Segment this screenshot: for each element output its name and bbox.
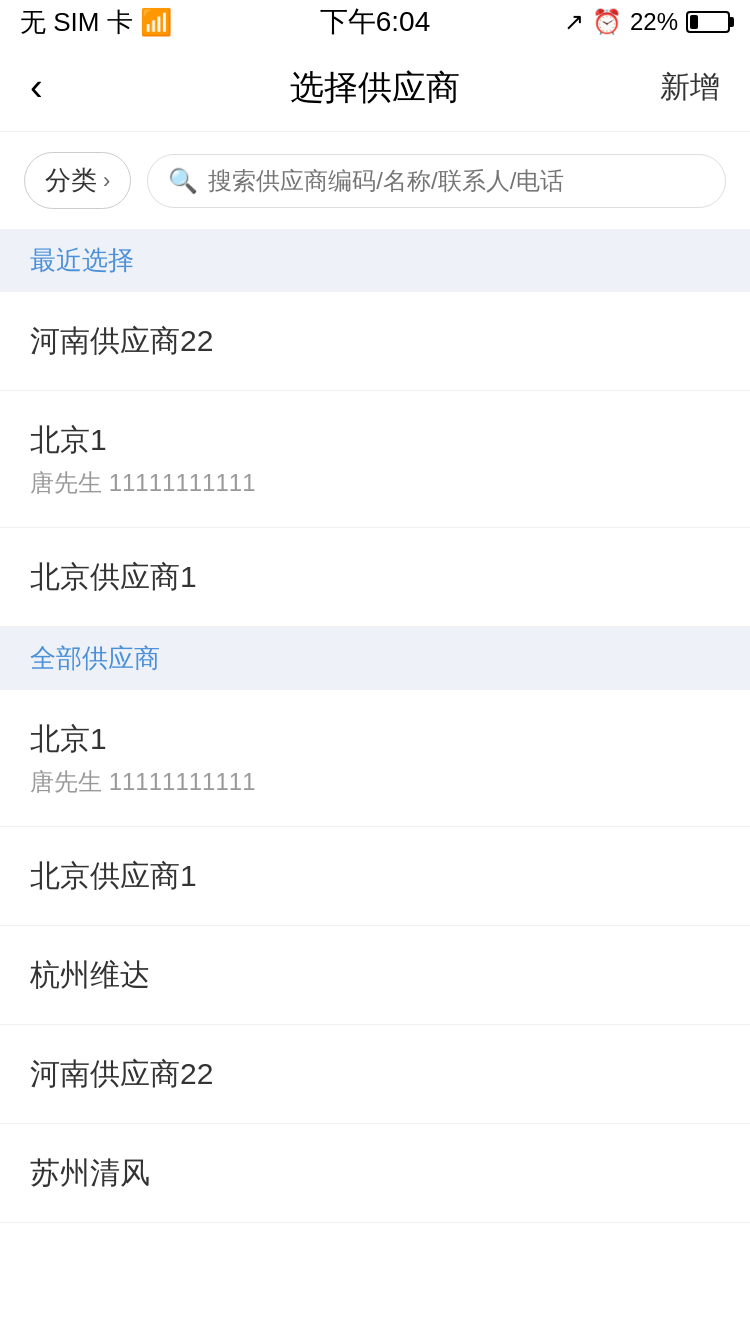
- item-sub: 唐先生 11111111111: [30, 766, 720, 798]
- recent-section-label: 最近选择: [30, 245, 134, 275]
- search-box[interactable]: 🔍: [147, 154, 726, 208]
- alarm-icon: ⏰: [592, 8, 622, 36]
- list-item[interactable]: 北京供应商1: [0, 528, 750, 627]
- item-name: 北京供应商1: [30, 556, 720, 598]
- item-name: 河南供应商22: [30, 1053, 720, 1095]
- recent-list: 河南供应商22 北京1 唐先生 11111111111 北京供应商1: [0, 292, 750, 627]
- list-item[interactable]: 苏州清风: [0, 1124, 750, 1223]
- item-name: 河南供应商22: [30, 320, 720, 362]
- all-section-label: 全部供应商: [30, 643, 160, 673]
- category-button[interactable]: 分类 ›: [24, 152, 131, 209]
- item-name: 北京1: [30, 718, 720, 760]
- search-icon: 🔍: [168, 167, 198, 195]
- search-input[interactable]: [208, 167, 705, 195]
- item-name: 苏州清风: [30, 1152, 720, 1194]
- nav-bar: ‹ 选择供应商 新增: [0, 44, 750, 132]
- item-name: 北京1: [30, 419, 720, 461]
- page-title: 选择供应商: [290, 65, 460, 111]
- status-carrier: 无 SIM 卡 📶: [20, 5, 172, 40]
- all-list: 北京1 唐先生 11111111111 北京供应商1 杭州维达河南供应商22 苏州清风: [0, 690, 750, 1223]
- list-item[interactable]: 北京1 唐先生 11111111111: [0, 690, 750, 827]
- chevron-right-icon: ›: [103, 168, 110, 194]
- status-right: ↗ ⏰ 22%: [564, 8, 730, 36]
- item-name: 杭州维达: [30, 954, 720, 996]
- status-bar: 无 SIM 卡 📶 下午6:04 ↗ ⏰ 22%: [0, 0, 750, 44]
- filter-bar: 分类 › 🔍: [0, 132, 750, 229]
- list-item[interactable]: 河南供应商22: [0, 292, 750, 391]
- recent-section-header: 最近选择: [0, 229, 750, 292]
- add-button[interactable]: 新增: [660, 67, 720, 108]
- list-item[interactable]: 河南供应商22: [0, 1025, 750, 1124]
- all-section-header: 全部供应商: [0, 627, 750, 690]
- category-label: 分类: [45, 163, 97, 198]
- location-icon: ↗: [564, 8, 584, 36]
- back-button[interactable]: ‹: [30, 66, 90, 109]
- list-item[interactable]: 北京1 唐先生 11111111111: [0, 391, 750, 528]
- status-time: 下午6:04: [320, 3, 431, 41]
- battery-icon: [686, 11, 730, 33]
- item-name: 北京供应商1: [30, 855, 720, 897]
- battery-percent: 22%: [630, 8, 678, 36]
- list-item[interactable]: 杭州维达: [0, 926, 750, 1025]
- list-item[interactable]: 北京供应商1: [0, 827, 750, 926]
- item-sub: 唐先生 11111111111: [30, 467, 720, 499]
